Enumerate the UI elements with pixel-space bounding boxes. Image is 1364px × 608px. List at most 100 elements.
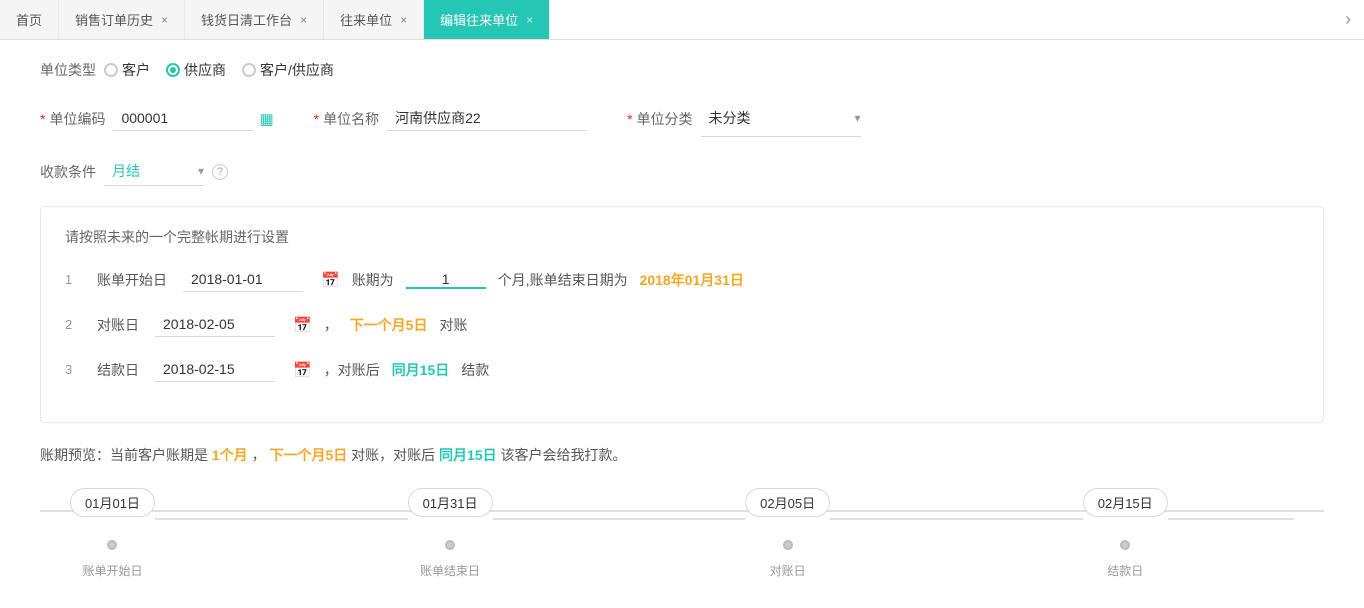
tab-sales-history-close[interactable]: ×	[161, 13, 168, 27]
preview-part3: 同月15日	[439, 447, 497, 463]
tab-cash-workbench[interactable]: 钱货日清工作台 ×	[185, 0, 324, 39]
row-3-label: 结款日	[97, 360, 139, 380]
settings-card: 请按照未来的一个完整帐期进行设置 1 账单开始日 📅 账期为 个月,账单结束日期…	[40, 206, 1324, 423]
tab-edit-counterparty[interactable]: 编辑往来单位 ×	[424, 0, 550, 39]
row-2-suffix1: 对账	[439, 315, 467, 335]
unit-name-input[interactable]	[387, 106, 587, 131]
row-1-period-input[interactable]	[406, 271, 486, 289]
tab-bar: 首页 销售订单历史 × 钱货日清工作台 × 往来单位 × 编辑往来单位 × ›	[0, 0, 1364, 40]
timeline-point-3: 02月15日 结款日	[1083, 488, 1168, 579]
setting-row-2: 2 对账日 📅 ， 下一个月5日 对账	[65, 312, 1299, 337]
radio-supplier[interactable]: 供应商	[166, 60, 226, 80]
payment-terms-label: 收款条件	[40, 162, 96, 182]
row-1-date-input[interactable]	[183, 267, 303, 292]
unit-name-group: * 单位名称	[314, 106, 587, 131]
timeline-bubble-2: 02月05日	[745, 488, 830, 517]
unit-code-required: *	[40, 111, 45, 127]
payment-terms-value: 月结	[104, 161, 190, 181]
unit-code-group: * 单位编码 ▦	[40, 106, 274, 131]
preview-label: 账期预览：当前客户账期是	[40, 447, 208, 463]
tab-edit-counterparty-close[interactable]: ×	[526, 13, 533, 27]
preview-text4: 该客户会给我打款。	[501, 447, 627, 463]
tab-sales-history-label: 销售订单历史	[75, 10, 153, 29]
radio-customer-label: 客户	[122, 60, 150, 80]
row-2-label: 对账日	[97, 315, 139, 335]
preview-text2: ，	[252, 447, 266, 463]
radio-customer-circle	[104, 63, 118, 77]
unit-category-arrow: ▾	[855, 111, 861, 125]
row-1-calendar-icon[interactable]: 📅	[321, 271, 340, 289]
unit-category-required: *	[627, 111, 632, 127]
unit-category-select[interactable]: 未分类 ▾	[701, 100, 861, 137]
unit-info-row: * 单位编码 ▦ * 单位名称 * 单位分类 未分类 ▾	[40, 100, 1324, 137]
setting-row-1: 1 账单开始日 📅 账期为 个月,账单结束日期为 2018年01月31日	[65, 267, 1299, 292]
unit-type-row: 单位类型 客户 供应商 客户/供应商	[40, 60, 1324, 80]
row-1-num: 1	[65, 272, 85, 287]
row-1-suffix-before: 账期为	[352, 270, 394, 290]
tab-sales-history[interactable]: 销售订单历史 ×	[59, 0, 185, 39]
row-2-date-input[interactable]	[155, 312, 275, 337]
row-3-date-input[interactable]	[155, 357, 275, 382]
timeline-point-1: 01月31日 账单结束日	[408, 488, 493, 579]
preview-text3: 对账，对账后	[351, 447, 435, 463]
tab-counterparty-close[interactable]: ×	[400, 13, 407, 27]
radio-both-label: 客户/供应商	[260, 60, 334, 80]
row-3-prefix: ，对账后	[324, 360, 380, 380]
timeline-label-0: 账单开始日	[82, 562, 142, 579]
row-2-calendar-icon[interactable]: 📅	[293, 316, 312, 334]
unit-code-icon[interactable]: ▦	[259, 110, 273, 128]
row-3-calendar-icon[interactable]: 📅	[293, 361, 312, 379]
tab-counterparty[interactable]: 往来单位 ×	[324, 0, 424, 39]
timeline: 01月01日 账单开始日 01月31日 账单结束日 02月05日 对账日	[40, 488, 1324, 579]
tab-home[interactable]: 首页	[0, 0, 59, 39]
row-3-num: 3	[65, 362, 85, 377]
tab-cash-workbench-close[interactable]: ×	[300, 13, 307, 27]
unit-code-input[interactable]	[113, 106, 253, 131]
row-2-comma: ，	[324, 315, 338, 335]
timeline-point-2: 02月05日 对账日	[745, 488, 830, 579]
unit-code-label: 单位编码	[49, 109, 105, 129]
tab-more-button[interactable]: ›	[1332, 0, 1364, 39]
unit-name-required: *	[314, 111, 319, 127]
unit-category-group: * 单位分类 未分类 ▾	[627, 100, 860, 137]
preview-part1: 1个月	[212, 447, 248, 463]
timeline-dot-3	[1120, 540, 1130, 550]
preview-part2: 下一个月5日	[269, 447, 347, 463]
unit-type-label: 单位类型	[40, 60, 96, 80]
row-1-suffix-after: 个月,账单结束日期为	[498, 270, 628, 290]
unit-name-label: 单位名称	[323, 109, 379, 129]
preview-text: 账期预览：当前客户账期是 1个月 ， 下一个月5日 对账，对账后 同月15日 该…	[40, 443, 1324, 468]
timeline-dot-1	[445, 540, 455, 550]
payment-terms-select[interactable]: 月结 ▾	[104, 157, 204, 186]
radio-supplier-label: 供应商	[184, 60, 226, 80]
payment-terms-row: 收款条件 月结 ▾ ?	[40, 157, 1324, 186]
tab-edit-counterparty-label: 编辑往来单位	[440, 10, 518, 29]
row-2-highlight1: 下一个月5日	[350, 315, 428, 335]
tab-cash-workbench-label: 钱货日清工作台	[201, 10, 292, 29]
row-1-label: 账单开始日	[97, 270, 167, 290]
radio-customer[interactable]: 客户	[104, 60, 150, 80]
row-3-highlight: 同月15日	[392, 360, 450, 380]
setting-row-3: 3 结款日 📅 ，对账后 同月15日 结款	[65, 357, 1299, 382]
timeline-dot-0	[107, 540, 117, 550]
payment-terms-help-icon[interactable]: ?	[212, 164, 228, 180]
payment-terms-arrow: ▾	[198, 164, 204, 178]
timeline-points: 01月01日 账单开始日 01月31日 账单结束日 02月05日 对账日	[70, 488, 1294, 579]
radio-supplier-circle	[166, 63, 180, 77]
radio-both-circle	[242, 63, 256, 77]
timeline-label-1: 账单结束日	[420, 562, 480, 579]
row-2-num: 2	[65, 317, 85, 332]
timeline-point-0: 01月01日 账单开始日	[70, 488, 155, 579]
row-3-suffix: 结款	[461, 360, 489, 380]
timeline-bubble-1: 01月31日	[408, 488, 493, 517]
timeline-label-3: 结款日	[1107, 562, 1143, 579]
card-title: 请按照未来的一个完整帐期进行设置	[65, 227, 1299, 247]
tab-home-label: 首页	[16, 10, 42, 29]
timeline-bubble-3: 02月15日	[1083, 488, 1168, 517]
radio-both[interactable]: 客户/供应商	[242, 60, 334, 80]
unit-category-value: 未分类	[701, 104, 847, 132]
timeline-dot-2	[783, 540, 793, 550]
row-1-highlight: 2018年01月31日	[640, 270, 744, 290]
timeline-label-2: 对账日	[770, 562, 806, 579]
main-content: 单位类型 客户 供应商 客户/供应商 * 单位编码 ▦ * 单位名称	[0, 40, 1364, 608]
